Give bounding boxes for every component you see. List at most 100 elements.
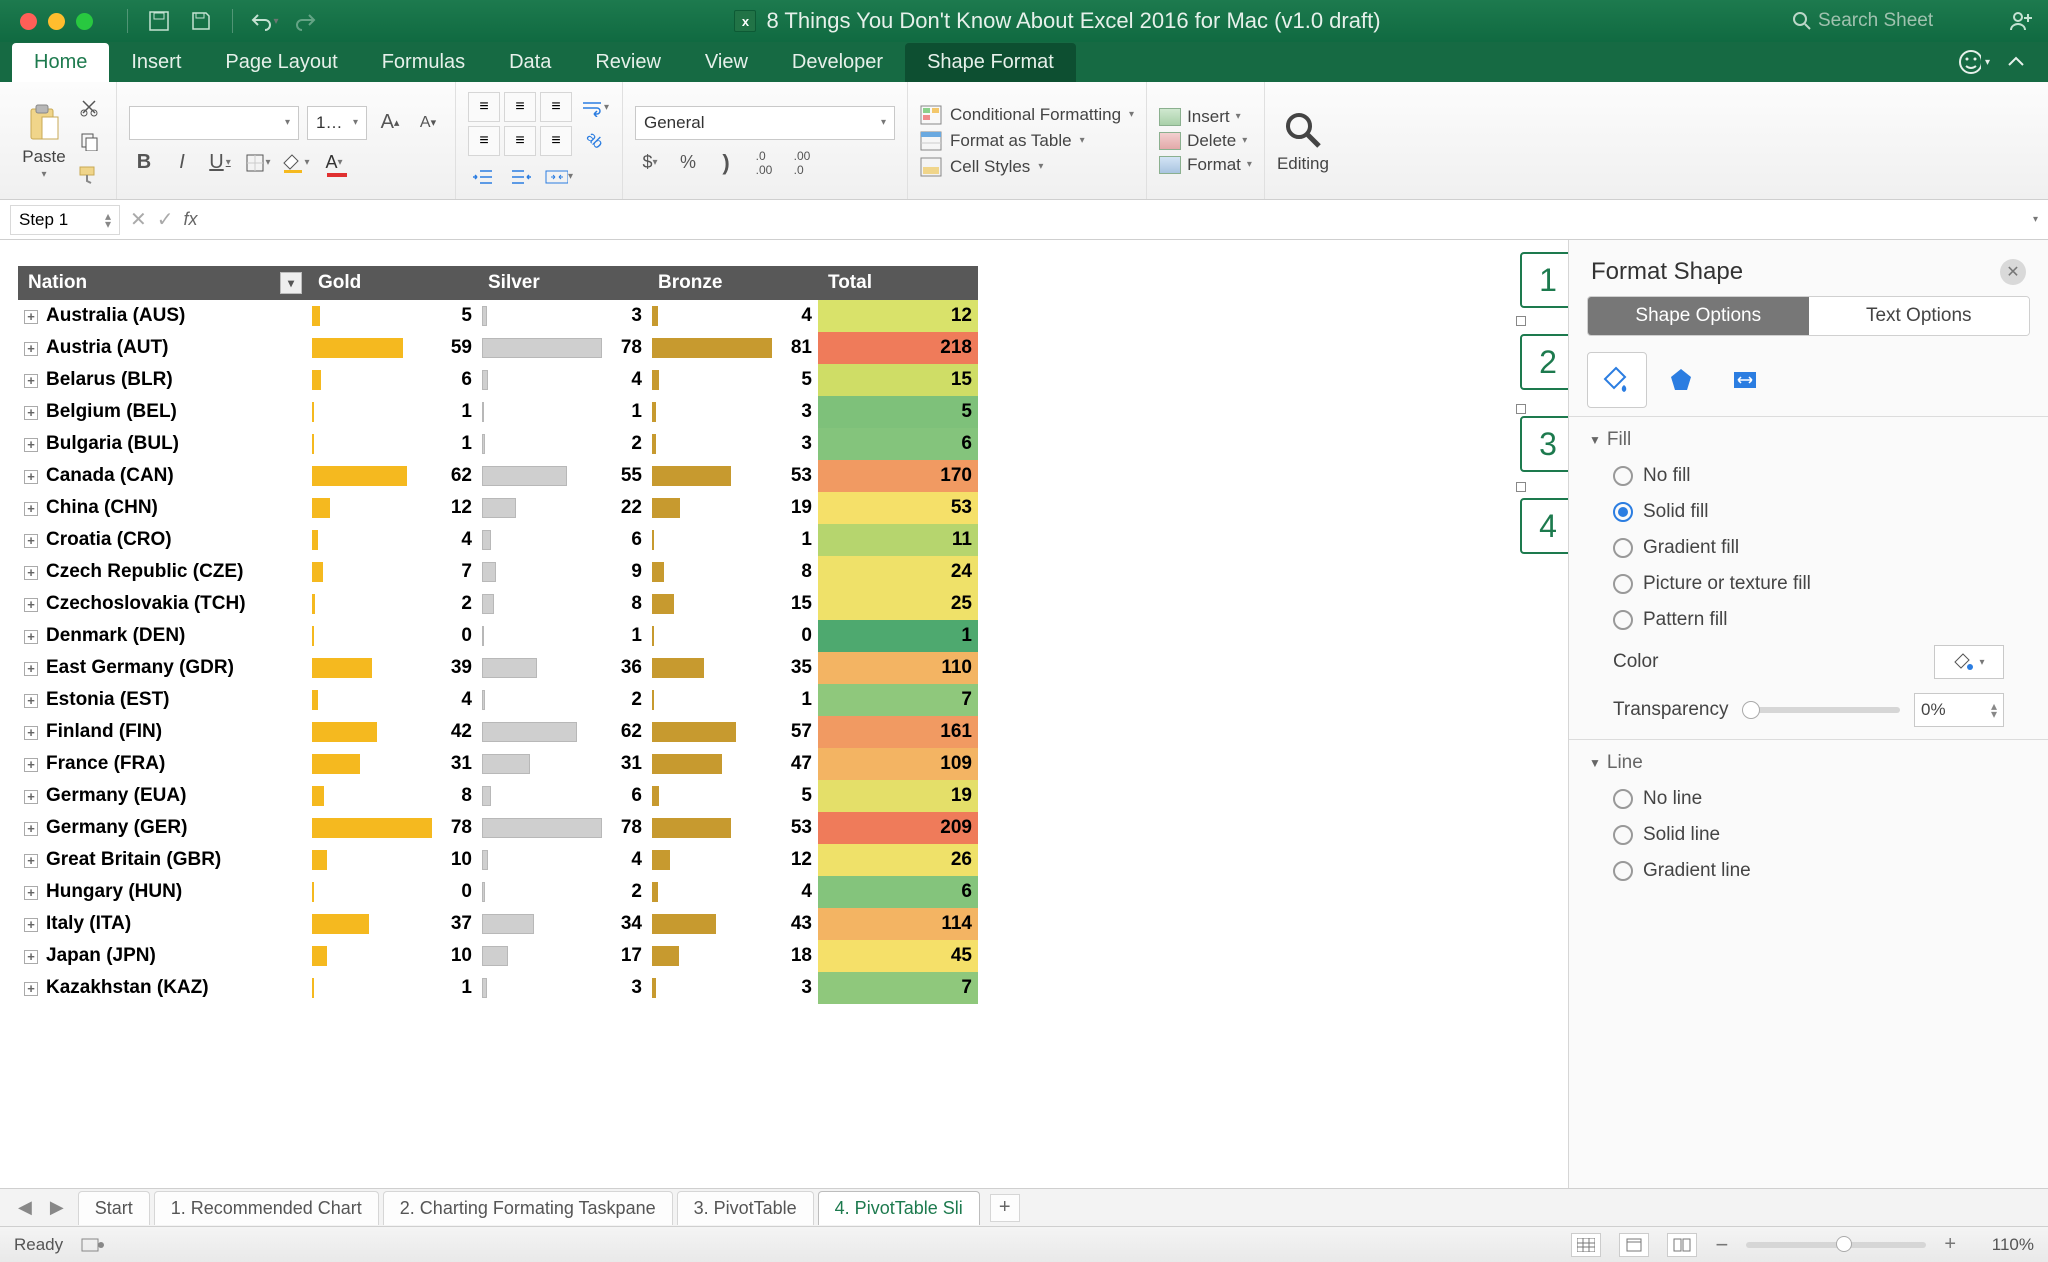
expand-icon[interactable]: + — [24, 374, 38, 388]
expand-icon[interactable]: + — [24, 790, 38, 804]
font-name-dropdown[interactable]: ▾ — [129, 106, 299, 140]
conditional-formatting-button[interactable]: Conditional Formatting▾ — [920, 105, 1134, 125]
fill-option-solid-fill[interactable]: Solid fill — [1613, 501, 2028, 523]
expand-icon[interactable]: + — [24, 566, 38, 580]
cell-styles-button[interactable]: Cell Styles▾ — [920, 157, 1134, 177]
next-sheet-icon[interactable]: ▶ — [46, 1197, 68, 1218]
table-row[interactable]: +Germany (GER)787853209 — [18, 812, 978, 844]
line-option-gradient-line[interactable]: Gradient line — [1613, 860, 2028, 882]
name-box[interactable]: Step 1▴▾ — [10, 205, 120, 235]
autosave-icon[interactable] — [142, 7, 176, 35]
column-header-gold[interactable]: Gold — [308, 266, 478, 300]
table-row[interactable]: +Finland (FIN)426257161 — [18, 716, 978, 748]
expand-icon[interactable]: + — [24, 502, 38, 516]
filter-icon[interactable]: ▾ — [280, 272, 302, 294]
close-window-button[interactable] — [20, 13, 37, 30]
minimize-window-button[interactable] — [48, 13, 65, 30]
transparency-slider[interactable] — [1742, 707, 1900, 713]
expand-icon[interactable]: + — [24, 342, 38, 356]
sheet-tab[interactable]: 1. Recommended Chart — [154, 1191, 379, 1225]
fill-line-category-icon[interactable] — [1587, 352, 1647, 408]
decrease-decimal-icon[interactable]: .00.0 — [787, 150, 817, 176]
accept-formula-icon[interactable]: ✓ — [157, 207, 174, 232]
font-size-dropdown[interactable]: 1…▾ — [307, 106, 367, 140]
effects-category-icon[interactable] — [1651, 352, 1711, 408]
insert-cells-button[interactable]: Insert▾ — [1159, 107, 1252, 127]
zoom-value[interactable]: 110% — [1974, 1235, 2034, 1255]
expand-icon[interactable]: + — [24, 982, 38, 996]
sheet-tab[interactable]: 2. Charting Formating Taskpane — [383, 1191, 673, 1225]
cut-icon[interactable] — [74, 94, 104, 120]
undo-icon[interactable]: ▾ — [247, 7, 281, 35]
tab-text-options[interactable]: Text Options — [1809, 297, 2030, 335]
increase-font-icon[interactable]: A▴ — [375, 110, 405, 136]
search-input[interactable] — [1818, 10, 1978, 32]
expand-icon[interactable]: + — [24, 438, 38, 452]
expand-icon[interactable]: + — [24, 534, 38, 548]
expand-icon[interactable]: + — [24, 470, 38, 484]
sheet-tab[interactable]: 3. PivotTable — [677, 1191, 814, 1225]
expand-icon[interactable]: + — [24, 630, 38, 644]
maximize-window-button[interactable] — [76, 13, 93, 30]
column-header-silver[interactable]: Silver — [478, 266, 648, 300]
table-row[interactable]: +Croatia (CRO)46111 — [18, 524, 978, 556]
table-row[interactable]: +Germany (EUA)86519 — [18, 780, 978, 812]
delete-cells-button[interactable]: Delete▾ — [1159, 131, 1252, 151]
table-row[interactable]: +East Germany (GDR)393635110 — [18, 652, 978, 684]
sheet-tab[interactable]: Start — [78, 1191, 150, 1225]
table-row[interactable]: +France (FRA)313147109 — [18, 748, 978, 780]
line-option-no-line[interactable]: No line — [1613, 788, 2028, 810]
table-row[interactable]: +Austria (AUT)597881218 — [18, 332, 978, 364]
page-layout-view-icon[interactable] — [1619, 1233, 1649, 1257]
table-row[interactable]: +Hungary (HUN)0246 — [18, 876, 978, 908]
tab-developer[interactable]: Developer — [770, 43, 905, 82]
wrap-text-icon[interactable]: ▾ — [580, 95, 610, 121]
fill-option-gradient-fill[interactable]: Gradient fill — [1613, 537, 2028, 559]
alignment-grid[interactable]: ≡≡≡ ≡≡≡ — [468, 92, 572, 156]
expand-icon[interactable]: + — [24, 854, 38, 868]
cancel-formula-icon[interactable]: ✕ — [130, 207, 147, 232]
fx-icon[interactable]: fx — [184, 209, 198, 230]
shape-step-4[interactable]: 4 — [1520, 498, 1568, 554]
table-row[interactable]: +China (CHN)12221953 — [18, 492, 978, 524]
table-row[interactable]: +Czechoslovakia (TCH)281525 — [18, 588, 978, 620]
expand-icon[interactable]: + — [24, 662, 38, 676]
line-option-solid-line[interactable]: Solid line — [1613, 824, 2028, 846]
redo-icon[interactable] — [289, 7, 323, 35]
format-painter-icon[interactable] — [74, 162, 104, 188]
number-format-dropdown[interactable]: General▾ — [635, 106, 895, 140]
editing-button[interactable]: Editing — [1277, 108, 1329, 174]
fill-option-picture-or-texture-fill[interactable]: Picture or texture fill — [1613, 573, 2028, 595]
table-row[interactable]: +Kazakhstan (KAZ)1337 — [18, 972, 978, 1004]
expand-icon[interactable]: + — [24, 694, 38, 708]
line-section-header[interactable]: ▼Line — [1589, 752, 2028, 774]
expand-icon[interactable]: + — [24, 950, 38, 964]
currency-icon[interactable]: $▾ — [635, 150, 665, 176]
format-cells-button[interactable]: Format▾ — [1159, 155, 1252, 175]
table-row[interactable]: +Canada (CAN)625553170 — [18, 460, 978, 492]
format-as-table-button[interactable]: Format as Table▾ — [920, 131, 1134, 151]
zoom-slider[interactable] — [1746, 1242, 1926, 1248]
expand-icon[interactable]: + — [24, 406, 38, 420]
close-pane-icon[interactable]: ✕ — [2000, 259, 2026, 285]
table-row[interactable]: +Denmark (DEN)0101 — [18, 620, 978, 652]
expand-icon[interactable]: + — [24, 822, 38, 836]
bold-button[interactable]: B — [129, 150, 159, 176]
underline-button[interactable]: U▾ — [205, 150, 235, 176]
table-row[interactable]: +Japan (JPN)10171845 — [18, 940, 978, 972]
expand-icon[interactable]: + — [24, 918, 38, 932]
table-row[interactable]: +Italy (ITA)373443114 — [18, 908, 978, 940]
zoom-in-icon[interactable]: + — [1944, 1233, 1956, 1256]
decrease-indent-icon[interactable] — [468, 164, 498, 190]
table-row[interactable]: +Estonia (EST)4217 — [18, 684, 978, 716]
table-row[interactable]: +Great Britain (GBR)1041226 — [18, 844, 978, 876]
tab-home[interactable]: Home — [12, 43, 109, 82]
merge-center-icon[interactable]: ▾ — [544, 164, 574, 190]
italic-button[interactable]: I — [167, 150, 197, 176]
shape-step-1[interactable]: 1 — [1520, 252, 1568, 308]
paste-button[interactable]: Paste▾ — [22, 101, 66, 180]
decrease-font-icon[interactable]: A▾ — [413, 110, 443, 136]
expand-icon[interactable]: + — [24, 758, 38, 772]
save-icon[interactable] — [184, 7, 218, 35]
fill-color-picker[interactable]: ▾ — [1934, 645, 2004, 679]
